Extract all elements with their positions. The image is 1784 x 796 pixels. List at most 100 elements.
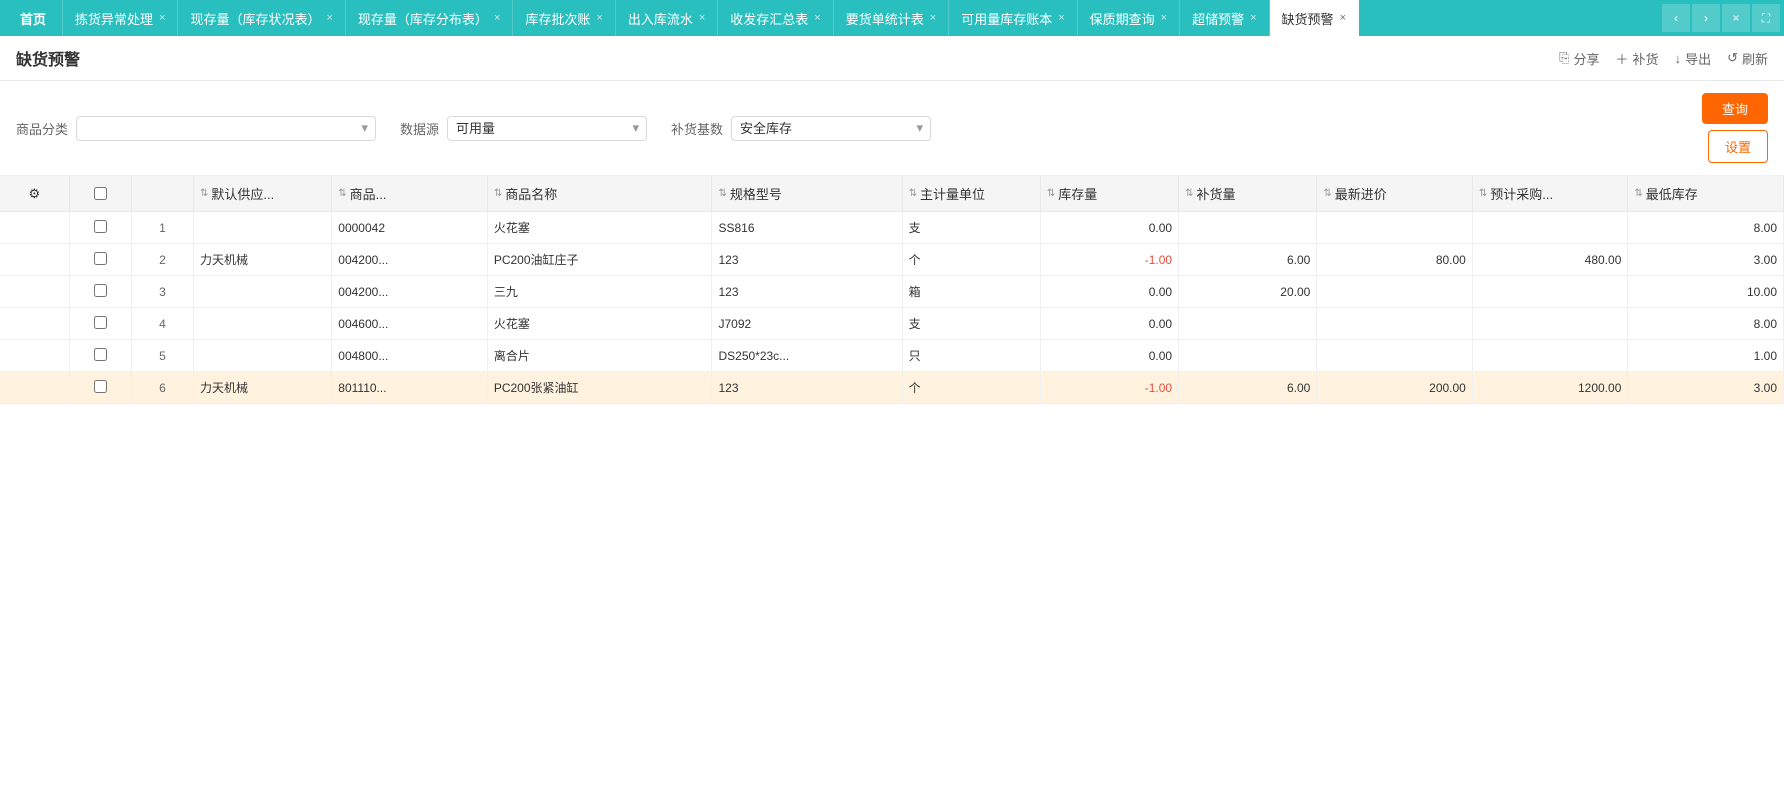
tab-inventory-status[interactable]: 现存量（库存状况表） × — [178, 0, 345, 36]
tab-prev-button[interactable]: ‹ — [1662, 4, 1690, 32]
tab-close-all-button[interactable]: × — [1722, 4, 1750, 32]
cell-settings — [0, 340, 69, 372]
col-estpurchase-label: 预计采购... — [1490, 184, 1553, 203]
tab-label: 超储预警 — [1192, 9, 1244, 28]
filter-row: 商品分类 数据源 可用量 补货基数 安全库存 — [0, 81, 1784, 176]
row-checkbox[interactable] — [94, 252, 107, 265]
tab-collect-summary[interactable]: 收发存汇总表 × — [718, 0, 833, 36]
sort-icon: ⇅ — [1185, 188, 1193, 199]
cell-stock: 0.00 — [1040, 212, 1178, 244]
table-row[interactable]: 4 004600... 火花塞 J7092 支 0.00 8.00 — [0, 308, 1784, 340]
cell-checkbox[interactable] — [69, 212, 131, 244]
cell-minstock: 1.00 — [1628, 340, 1784, 372]
replenish-base-select[interactable]: 安全库存 — [731, 116, 931, 141]
replenish-button[interactable]: ＋ 补货 — [1616, 49, 1659, 68]
tab-fullscreen-button[interactable]: ⛶ — [1752, 4, 1780, 32]
table-row[interactable]: 6 力天机械 801110... PC200张紧油缸 123 个 -1.00 6… — [0, 372, 1784, 404]
tab-label: 拣货异常处理 — [75, 9, 153, 28]
cell-stock: 0.00 — [1040, 276, 1178, 308]
datasource-filter-group: 数据源 可用量 — [400, 116, 647, 141]
share-button[interactable]: ⎘ 分享 — [1559, 49, 1599, 68]
row-checkbox[interactable] — [94, 316, 107, 329]
tab-inout-flow[interactable]: 出入库流水 × — [616, 0, 718, 36]
col-unit-header: ⇅ 主计量单位 — [902, 176, 1040, 212]
export-label: 导出 — [1685, 49, 1711, 68]
cell-goodscode: 0000042 — [332, 212, 488, 244]
cell-goodsname: 火花塞 — [487, 308, 712, 340]
tab-bar: 首页 拣货异常处理 × 现存量（库存状况表） × 现存量（库存分布表） × 库存… — [0, 0, 1784, 36]
col-replenish-header: ⇅ 补货量 — [1179, 176, 1317, 212]
cell-goodsname: 离合片 — [487, 340, 712, 372]
tab-overstock-warning[interactable]: 超储预警 × — [1180, 0, 1269, 36]
col-supplier-header: ⇅ 默认供应... — [194, 176, 332, 212]
col-goodsname-header: ⇅ 商品名称 — [487, 176, 712, 212]
tab-available-ledger[interactable]: 可用量库存账本 × — [949, 0, 1077, 36]
tab-close-icon[interactable]: × — [930, 12, 936, 24]
table-row[interactable]: 5 004800... 离合片 DS250*23c... 只 0.00 1.00 — [0, 340, 1784, 372]
cell-checkbox[interactable] — [69, 340, 131, 372]
cell-checkbox[interactable] — [69, 308, 131, 340]
cell-latestprice — [1317, 308, 1473, 340]
row-checkbox[interactable] — [94, 220, 107, 233]
tab-close-icon[interactable]: × — [1161, 12, 1167, 24]
tab-close-icon[interactable]: × — [1250, 12, 1256, 24]
cell-spec: 123 — [712, 372, 902, 404]
export-button[interactable]: ↓ 导出 — [1675, 49, 1712, 68]
datasource-label: 数据源 — [400, 119, 439, 138]
tab-label: 现存量（库存状况表） — [190, 9, 320, 28]
tab-close-icon[interactable]: × — [699, 12, 705, 24]
col-minstock-label: 最低库存 — [1646, 184, 1698, 203]
tab-batch-account[interactable]: 库存批次账 × — [513, 0, 615, 36]
tab-close-icon[interactable]: × — [814, 12, 820, 24]
cell-rownum: 6 — [131, 372, 193, 404]
cell-checkbox[interactable] — [69, 372, 131, 404]
cell-spec: 123 — [712, 276, 902, 308]
refresh-icon: ↺ — [1727, 50, 1738, 66]
tab-close-icon[interactable]: × — [326, 12, 332, 24]
tab-shortage-warning[interactable]: 缺货预警 × — [1270, 0, 1359, 36]
cell-stock: -1.00 — [1040, 372, 1178, 404]
cell-checkbox[interactable] — [69, 276, 131, 308]
query-button[interactable]: 查询 — [1702, 93, 1768, 124]
refresh-button[interactable]: ↺ 刷新 — [1727, 49, 1768, 68]
col-goodsname-label: 商品名称 — [505, 184, 557, 203]
tab-label: 保质期查询 — [1090, 9, 1155, 28]
tab-inventory-dist[interactable]: 现存量（库存分布表） × — [346, 0, 513, 36]
settings-button[interactable]: 设置 — [1708, 130, 1768, 163]
row-checkbox[interactable] — [94, 348, 107, 361]
cell-estpurchase — [1472, 308, 1628, 340]
tab-home[interactable]: 首页 — [4, 0, 63, 36]
tab-close-icon[interactable]: × — [596, 12, 602, 24]
cell-rownum: 5 — [131, 340, 193, 372]
datasource-select[interactable]: 可用量 — [447, 116, 647, 141]
cell-stock: 0.00 — [1040, 308, 1178, 340]
replenish-base-filter-group: 补货基数 安全库存 — [671, 116, 931, 141]
cell-latestprice: 200.00 — [1317, 372, 1473, 404]
tab-abnormal[interactable]: 拣货异常处理 × — [63, 0, 178, 36]
tab-close-icon[interactable]: × — [494, 12, 500, 24]
filter-actions: 查询 设置 — [1702, 93, 1768, 163]
col-stock-label: 库存量 — [1058, 184, 1097, 203]
row-checkbox[interactable] — [94, 284, 107, 297]
column-settings-icon[interactable]: ⚙ — [28, 186, 40, 202]
tab-next-button[interactable]: › — [1692, 4, 1720, 32]
col-unit-label: 主计量单位 — [920, 184, 985, 203]
tab-expiry-query[interactable]: 保质期查询 × — [1078, 0, 1180, 36]
table-row[interactable]: 1 0000042 火花塞 SS816 支 0.00 8.00 — [0, 212, 1784, 244]
sort-icon: ⇅ — [1047, 188, 1055, 199]
row-checkbox[interactable] — [94, 380, 107, 393]
select-all-checkbox[interactable] — [94, 187, 107, 200]
category-select[interactable] — [76, 116, 376, 141]
tab-close-icon[interactable]: × — [159, 12, 165, 24]
cell-spec: DS250*23c... — [712, 340, 902, 372]
table-row[interactable]: 2 力天机械 004200... PC200油缸庄子 123 个 -1.00 6… — [0, 244, 1784, 276]
replenish-icon: ＋ — [1616, 49, 1629, 68]
tab-close-icon[interactable]: × — [1340, 12, 1346, 24]
cell-goodscode: 801110... — [332, 372, 488, 404]
tab-close-icon[interactable]: × — [1058, 12, 1064, 24]
cell-minstock: 8.00 — [1628, 308, 1784, 340]
sort-icon: ⇅ — [494, 188, 502, 199]
tab-demand-stat[interactable]: 要货单统计表 × — [834, 0, 949, 36]
cell-checkbox[interactable] — [69, 244, 131, 276]
table-row[interactable]: 3 004200... 三九 123 箱 0.00 20.00 10.00 — [0, 276, 1784, 308]
